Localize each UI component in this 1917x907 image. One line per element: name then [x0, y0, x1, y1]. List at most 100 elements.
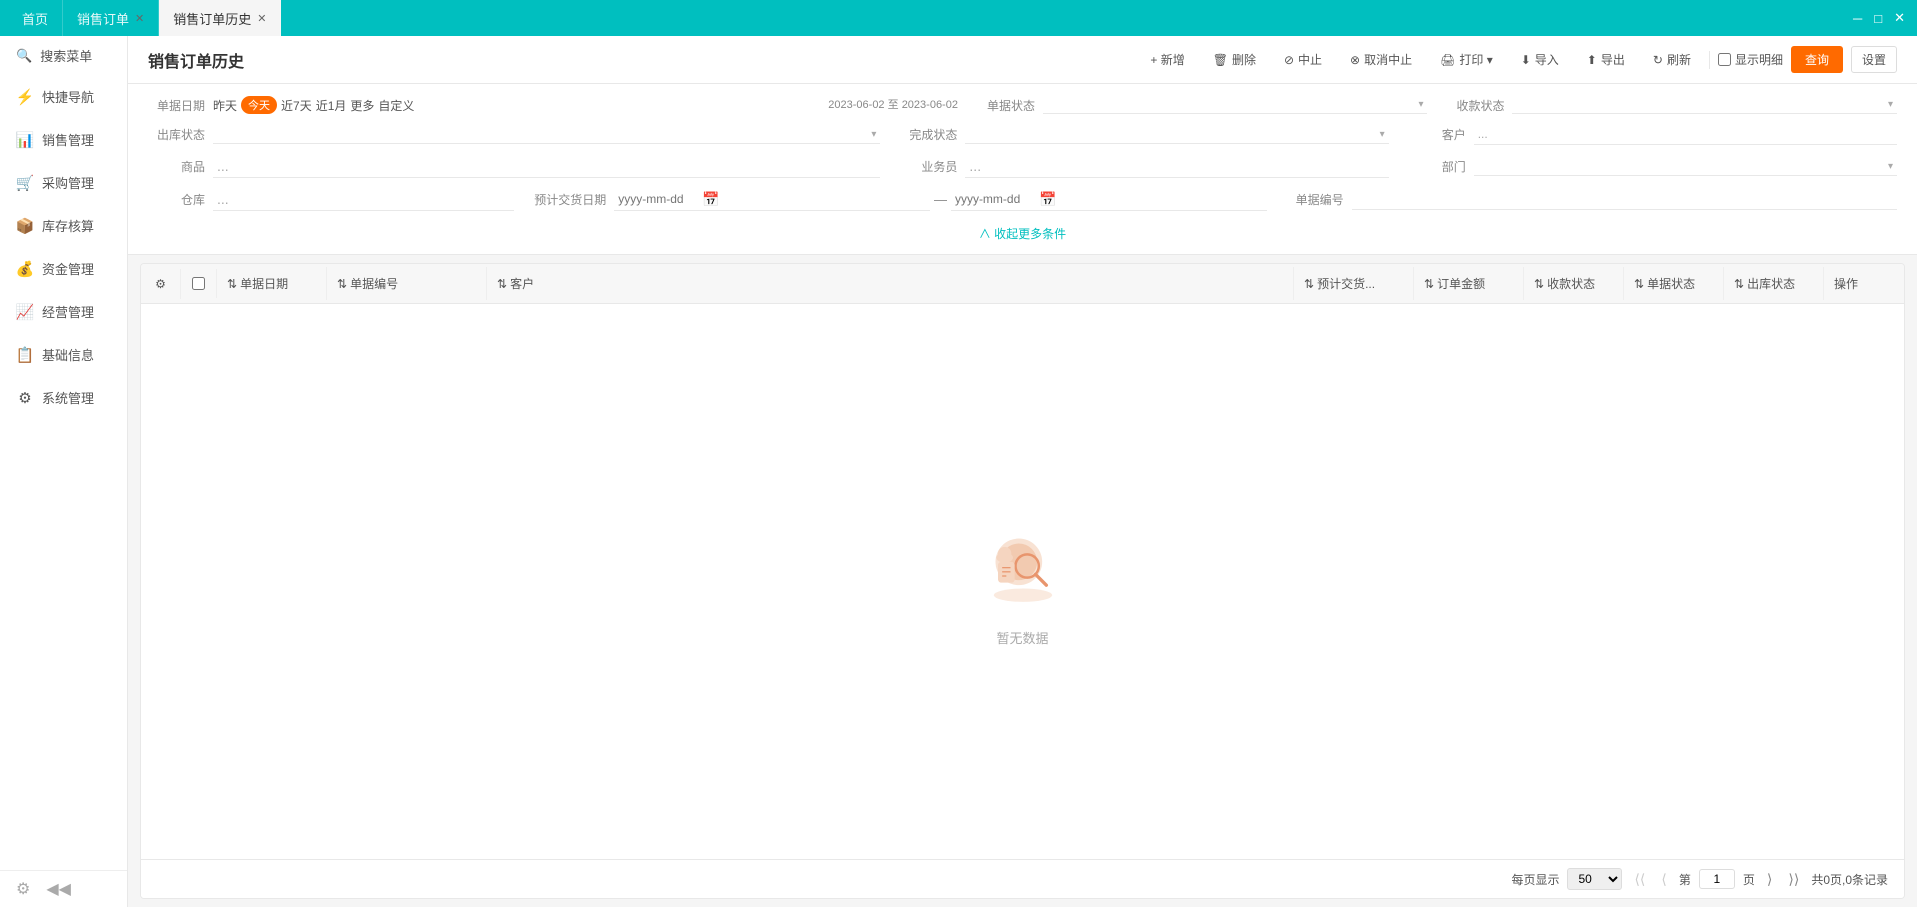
- filter-pay-status-select[interactable]: ▾: [1512, 96, 1897, 114]
- th-customer-label: 客户: [510, 275, 534, 292]
- th-settings[interactable]: ⚙: [141, 269, 181, 299]
- minimize-button[interactable]: ─: [1849, 11, 1866, 26]
- delivery-date-end-input[interactable]: [955, 192, 1035, 206]
- sidebar-item-finance[interactable]: 💰 资金管理: [0, 247, 127, 290]
- next-page-button[interactable]: ⟩: [1763, 869, 1776, 890]
- tab-sales-order-history-close[interactable]: ✕: [257, 12, 266, 25]
- date-option-custom[interactable]: 自定义: [378, 97, 414, 114]
- filter-status-item: 单据状态 ▾: [978, 96, 1428, 114]
- filter-warehouse-dots: ...: [217, 191, 510, 207]
- tab-home[interactable]: 首页: [8, 0, 63, 36]
- tab-sales-order-history[interactable]: 销售订单历史 ✕: [159, 0, 281, 36]
- page-header: 销售订单历史 + 新增 🗑 删除 ⊘ 中止 ⊗ 取消中止 🖨: [128, 36, 1917, 84]
- inventory-icon: 📦: [16, 217, 34, 235]
- filter-delivery-date-label: 预计交货日期: [534, 191, 614, 208]
- sidebar-item-inventory-label: 库存核算: [42, 216, 94, 235]
- sidebar-volume-icon[interactable]: ◀◀: [46, 879, 71, 899]
- cancel-stop-label: 取消中止: [1364, 51, 1412, 68]
- th-amount[interactable]: ⇅ 订单金额: [1414, 267, 1524, 300]
- cancel-stop-button[interactable]: ⊗ 取消中止: [1340, 47, 1422, 72]
- filter-status-label: 单据状态: [978, 97, 1043, 114]
- refresh-button[interactable]: ↻ 刷新: [1643, 47, 1701, 72]
- date-option-yesterday[interactable]: 昨天: [213, 97, 237, 114]
- delivery-date-start-input[interactable]: [618, 192, 698, 206]
- th-delivery[interactable]: ⇅ 预计交货...: [1294, 267, 1414, 300]
- select-all-checkbox[interactable]: [192, 277, 205, 290]
- filter-customer-item: 客户 ...: [1409, 124, 1897, 145]
- filter-complete-label: 完成状态: [900, 126, 965, 143]
- filter-warehouse-select[interactable]: ...: [213, 188, 514, 211]
- import-button[interactable]: ⬇ 导入: [1511, 47, 1569, 72]
- print-icon: 🖨: [1440, 53, 1455, 67]
- sidebar-item-purchase-mgmt[interactable]: 🛒 采购管理: [0, 161, 127, 204]
- stop-icon: ⊘: [1284, 53, 1294, 67]
- sidebar-item-quick-nav[interactable]: ⚡ 快捷导航: [0, 75, 127, 118]
- page-size-select[interactable]: 50 10 20 100: [1567, 868, 1622, 890]
- th-date-arrows: ⇅: [227, 277, 237, 291]
- th-doc-status[interactable]: ⇅ 单据状态: [1624, 267, 1724, 300]
- sidebar-item-sys-mgmt[interactable]: ⚙ 系统管理: [0, 376, 127, 419]
- new-label: + 新增: [1150, 51, 1184, 68]
- stop-button[interactable]: ⊘ 中止: [1274, 47, 1332, 72]
- export-button[interactable]: ⬆ 导出: [1577, 47, 1635, 72]
- sidebar-item-inventory[interactable]: 📦 库存核算: [0, 204, 127, 247]
- operations-icon: 📈: [16, 303, 34, 321]
- query-button[interactable]: 查询: [1791, 46, 1843, 73]
- filter-complete-select[interactable]: ▾: [965, 126, 1388, 144]
- delivery-date-start-cal-icon[interactable]: 📅: [702, 191, 719, 208]
- stop-label: 中止: [1298, 51, 1322, 68]
- th-customer-arrows: ⇅: [497, 277, 507, 291]
- tab-sales-order[interactable]: 销售订单 ✕: [63, 0, 159, 36]
- filter-pay-status-arrow: ▾: [1888, 99, 1893, 110]
- filter-salesman-select[interactable]: ...: [965, 155, 1388, 178]
- date-option-7days[interactable]: 近7天: [281, 97, 312, 114]
- date-option-1month[interactable]: 近1月: [316, 97, 347, 114]
- sidebar-item-sales-mgmt[interactable]: 📊 销售管理: [0, 118, 127, 161]
- sidebar-bottom: ⚙ ◀◀: [0, 870, 127, 907]
- th-customer[interactable]: ⇅ 客户: [487, 267, 1294, 300]
- content-area: 销售订单历史 + 新增 🗑 删除 ⊘ 中止 ⊗ 取消中止 🖨: [128, 36, 1917, 907]
- th-check[interactable]: [181, 269, 217, 298]
- sidebar-settings-icon[interactable]: ⚙: [16, 879, 30, 899]
- filter-dept-item: 部门 ▾: [1409, 158, 1897, 176]
- close-button[interactable]: ✕: [1890, 10, 1909, 26]
- sidebar-item-search-menu[interactable]: 🔍 搜索菜单: [0, 36, 127, 75]
- delete-button[interactable]: 🗑 删除: [1203, 47, 1266, 72]
- first-page-button[interactable]: ⟨⟨: [1630, 869, 1649, 890]
- filter-status-select[interactable]: ▾: [1043, 96, 1428, 114]
- maximize-button[interactable]: □: [1870, 11, 1886, 26]
- filter-goods-label: 商品: [148, 158, 213, 175]
- last-page-button[interactable]: ⟩⟩: [1784, 869, 1803, 890]
- sidebar-item-operations[interactable]: 📈 经营管理: [0, 290, 127, 333]
- tab-sales-order-close[interactable]: ✕: [135, 12, 144, 25]
- display-detail-checkbox-wrapper[interactable]: 显示明细: [1718, 51, 1783, 68]
- settings-button[interactable]: 设置: [1851, 46, 1897, 73]
- filter-customer-select[interactable]: ...: [1474, 124, 1897, 145]
- filter-dept-select[interactable]: ▾: [1474, 158, 1897, 176]
- delivery-date-end-cal-icon[interactable]: 📅: [1039, 191, 1056, 208]
- page-number-input[interactable]: [1699, 869, 1735, 889]
- new-button[interactable]: + 新增: [1140, 47, 1194, 72]
- filter-goods-select[interactable]: ...: [213, 155, 880, 178]
- print-button[interactable]: 🖨 打印 ▾: [1430, 47, 1503, 72]
- th-out-status[interactable]: ⇅ 出库状态: [1724, 267, 1824, 300]
- print-label: 打印 ▾: [1459, 51, 1492, 68]
- search-menu-icon: 🔍: [16, 48, 32, 64]
- filter-doc-num-input[interactable]: [1352, 189, 1897, 210]
- collapse-bar[interactable]: ∧ 收起更多条件: [148, 221, 1897, 242]
- filter-out-status-select[interactable]: ▾: [213, 126, 880, 144]
- filter-pay-status-label: 收款状态: [1447, 97, 1512, 114]
- display-detail-checkbox[interactable]: [1718, 53, 1731, 66]
- date-option-today[interactable]: 今天: [241, 96, 277, 114]
- delivery-date-start-wrap: 📅: [614, 189, 930, 211]
- th-pay-status[interactable]: ⇅ 收款状态: [1524, 267, 1624, 300]
- top-bar: 首页 销售订单 ✕ 销售订单历史 ✕ ─ □ ✕: [0, 0, 1917, 36]
- filter-dept-label: 部门: [1409, 158, 1474, 175]
- th-date[interactable]: ⇅ 单据日期: [217, 267, 327, 300]
- sidebar-item-purchase-mgmt-label: 采购管理: [42, 173, 94, 192]
- prev-page-button[interactable]: ⟨: [1657, 869, 1670, 890]
- sidebar-item-basic-info[interactable]: 📋 基础信息: [0, 333, 127, 376]
- date-option-more[interactable]: 更多: [350, 97, 374, 114]
- th-num[interactable]: ⇅ 单据编号: [327, 267, 487, 300]
- empty-icon: [973, 516, 1073, 616]
